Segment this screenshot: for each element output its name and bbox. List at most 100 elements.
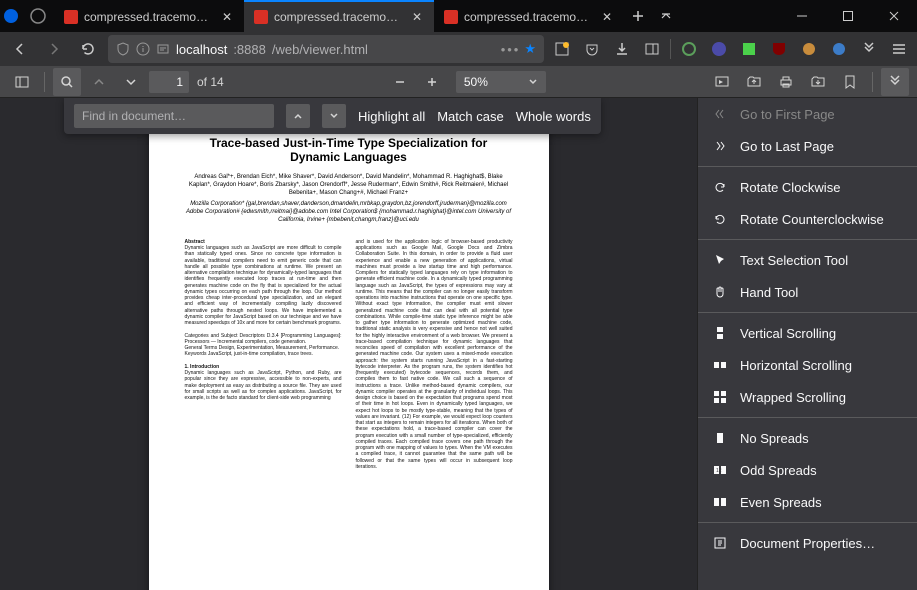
- pdf-page[interactable]: Trace-based Just-in-Time Type Specializa…: [149, 106, 549, 590]
- menu-even-spreads[interactable]: Even Spreads: [698, 486, 917, 518]
- hand-icon: [712, 285, 728, 299]
- ext-icon-2[interactable]: [707, 37, 731, 61]
- menu-text-selection[interactable]: Text Selection Tool: [698, 244, 917, 276]
- next-page-button[interactable]: [117, 68, 145, 96]
- url-path: /web/viewer.html: [272, 42, 368, 57]
- vscroll-icon: [712, 326, 728, 340]
- library-icon[interactable]: [550, 37, 574, 61]
- find-next-button[interactable]: [322, 104, 346, 128]
- menu-last-page[interactable]: Go to Last Page: [698, 130, 917, 162]
- zoom-in-button[interactable]: [418, 68, 446, 96]
- app-indicator-icon: [4, 9, 18, 23]
- evenspread-icon: [712, 495, 728, 509]
- find-prev-button[interactable]: [286, 104, 310, 128]
- right-column: and is used for the application logic of…: [356, 239, 513, 470]
- menu-hand-tool[interactable]: Hand Tool: [698, 276, 917, 308]
- bookmark-button[interactable]: [836, 68, 864, 96]
- prev-page-button[interactable]: [85, 68, 113, 96]
- zoom-select[interactable]: 50%: [456, 71, 546, 93]
- tab-2-active[interactable]: compressed.tracemonke ✕: [244, 0, 434, 32]
- svg-text:12: 12: [716, 468, 722, 474]
- presentation-button[interactable]: [708, 68, 736, 96]
- nospread-icon: [712, 431, 728, 445]
- menu-horizontal-scroll[interactable]: Horizontal Scrolling: [698, 349, 917, 381]
- sidebar-toggle-button[interactable]: [8, 68, 36, 96]
- ext-icon-6[interactable]: [827, 37, 851, 61]
- expand-tabs-button[interactable]: [652, 0, 680, 32]
- url-host: localhost: [176, 42, 227, 57]
- download-button[interactable]: [804, 68, 832, 96]
- close-icon[interactable]: ✕: [600, 10, 614, 24]
- pocket-icon[interactable]: [580, 37, 604, 61]
- shield-icon[interactable]: [116, 42, 130, 56]
- match-case-toggle[interactable]: Match case: [437, 109, 503, 124]
- tools-button[interactable]: [881, 68, 909, 96]
- last-page-icon: [712, 139, 728, 153]
- rotate-cw-icon: [712, 180, 728, 194]
- rotate-ccw-icon: [712, 212, 728, 226]
- info-icon[interactable]: [136, 42, 150, 56]
- page-area[interactable]: Highlight all Match case Whole words Tra…: [0, 98, 697, 590]
- more-icon[interactable]: •••: [501, 42, 521, 57]
- window-controls: [779, 0, 917, 32]
- overflow-icon[interactable]: [857, 37, 881, 61]
- maximize-button[interactable]: [825, 0, 871, 32]
- new-tab-button[interactable]: [624, 0, 652, 32]
- close-window-button[interactable]: [871, 0, 917, 32]
- tab-title: compressed.tracemonke: [274, 10, 404, 24]
- menu-first-page[interactable]: Go to First Page: [698, 98, 917, 130]
- first-page-icon: [712, 107, 728, 121]
- ublock-icon[interactable]: [767, 37, 791, 61]
- wscroll-icon: [712, 390, 728, 404]
- tab-title: compressed.tracemonke: [464, 10, 594, 24]
- pdf-icon: [254, 10, 268, 24]
- secondary-toolbar: Go to First Page Go to Last Page Rotate …: [697, 98, 917, 590]
- forward-button[interactable]: [40, 35, 68, 63]
- find-button[interactable]: [53, 68, 81, 96]
- bookmark-star-icon[interactable]: ★: [524, 41, 536, 57]
- print-button[interactable]: [772, 68, 800, 96]
- find-input[interactable]: [74, 104, 274, 128]
- zoom-value: 50%: [464, 75, 488, 89]
- reload-button[interactable]: [74, 35, 102, 63]
- highlight-all-toggle[interactable]: Highlight all: [358, 109, 425, 124]
- url-bar[interactable]: localhost:8888/web/viewer.html ••• ★: [108, 35, 544, 63]
- navbar: localhost:8888/web/viewer.html ••• ★: [0, 32, 917, 66]
- chevron-down-icon: [528, 77, 538, 87]
- ext-icon-5[interactable]: [797, 37, 821, 61]
- menu-vertical-scroll[interactable]: Vertical Scrolling: [698, 317, 917, 349]
- hscroll-icon: [712, 358, 728, 372]
- page-count-label: of 14: [197, 75, 224, 89]
- menu-doc-properties[interactable]: Document Properties…: [698, 527, 917, 559]
- close-icon[interactable]: ✕: [220, 10, 234, 24]
- whole-words-toggle[interactable]: Whole words: [516, 109, 591, 124]
- menu-rotate-ccw[interactable]: Rotate Counterclockwise: [698, 203, 917, 235]
- minimize-button[interactable]: [779, 0, 825, 32]
- downloads-icon[interactable]: [610, 37, 634, 61]
- zoom-out-button[interactable]: [386, 68, 414, 96]
- page-number-input[interactable]: [149, 71, 189, 93]
- menu-rotate-cw[interactable]: Rotate Clockwise: [698, 171, 917, 203]
- doc-title: Trace-based Just-in-Time Type Specializa…: [185, 136, 513, 164]
- info-icon: [712, 536, 728, 550]
- left-column: Abstract Dynamic languages such as JavaS…: [185, 239, 342, 470]
- tab-3[interactable]: compressed.tracemonke ✕: [434, 0, 624, 32]
- menu-wrapped-scroll[interactable]: Wrapped Scrolling: [698, 381, 917, 413]
- doc-authors: Andreas Gal*+, Brendan Eich*, Mike Shave…: [185, 174, 513, 225]
- ext-icon-3[interactable]: [737, 37, 761, 61]
- pdf-icon: [444, 10, 458, 24]
- close-icon[interactable]: ✕: [410, 10, 424, 24]
- open-file-button[interactable]: [740, 68, 768, 96]
- oddspread-icon: 12: [712, 463, 728, 477]
- content-area: Highlight all Match case Whole words Tra…: [0, 98, 917, 590]
- menu-odd-spreads[interactable]: 12 Odd Spreads: [698, 454, 917, 486]
- menu-no-spreads[interactable]: No Spreads: [698, 422, 917, 454]
- ext-icon-1[interactable]: [677, 37, 701, 61]
- tab-title: compressed.tracemonkey-p...: [84, 10, 214, 24]
- pdf-toolbar: of 14 50%: [0, 66, 917, 98]
- permissions-icon[interactable]: [156, 42, 170, 56]
- tab-1[interactable]: compressed.tracemonkey-p... ✕: [54, 0, 244, 32]
- menu-icon[interactable]: [887, 37, 911, 61]
- side-view-icon[interactable]: [640, 37, 664, 61]
- back-button[interactable]: [6, 35, 34, 63]
